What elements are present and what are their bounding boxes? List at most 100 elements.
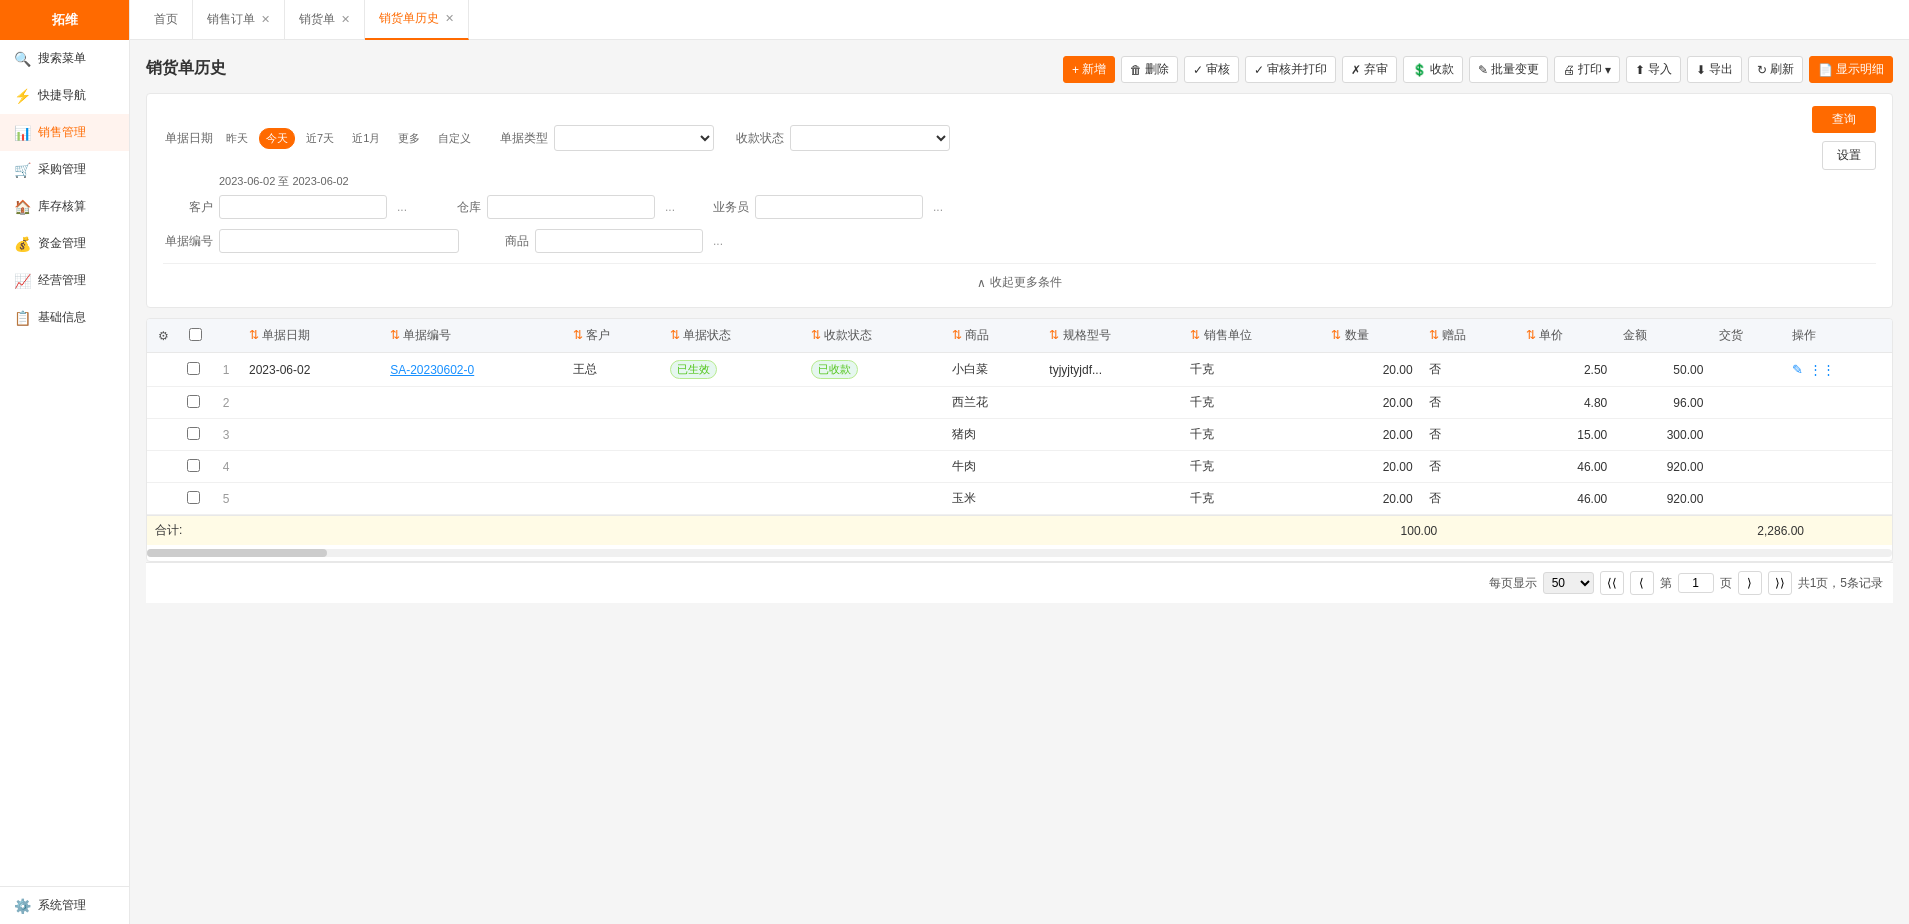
cell-delivery — [1711, 387, 1784, 419]
sidebar: 拓维 🔍 搜索菜单 ⚡ 快捷导航 📊 销售管理 🛒 采购管理 🏠 库存核算 💰 … — [0, 0, 130, 924]
cell-checkbox[interactable] — [179, 353, 211, 387]
col-goods[interactable]: ⇅ 商品 — [944, 319, 1041, 353]
sidebar-item-purchase-mgmt[interactable]: 🛒 采购管理 — [0, 151, 129, 188]
col-qty[interactable]: ⇅ 数量 — [1323, 319, 1420, 353]
cell-doc-status — [662, 419, 803, 451]
sidebar-item-search-menu[interactable]: 🔍 搜索菜单 — [0, 40, 129, 77]
scrollbar-thumb[interactable] — [147, 549, 327, 557]
col-doc-status[interactable]: ⇅ 单据状态 — [662, 319, 803, 353]
prev-page-btn[interactable]: ⟨ — [1630, 571, 1654, 595]
tab-sales-history[interactable]: 销货单历史 ✕ — [365, 0, 469, 40]
batch-change-button[interactable]: ✎ 批量变更 — [1469, 56, 1548, 83]
row-checkbox[interactable] — [187, 362, 200, 375]
select-all-checkbox[interactable] — [189, 328, 202, 341]
refresh-button[interactable]: ↻ 刷新 — [1748, 56, 1803, 83]
warehouse-picker-btn[interactable]: ... — [661, 200, 679, 214]
tab-sales-delivery[interactable]: 销货单 ✕ — [285, 0, 365, 40]
col-payment-status[interactable]: ⇅ 收款状态 — [803, 319, 944, 353]
salesperson-picker-btn[interactable]: ... — [929, 200, 947, 214]
collapse-btn[interactable]: ∧ 收起更多条件 — [163, 270, 1876, 295]
edit-icon[interactable]: ✎ — [1792, 362, 1803, 377]
more-icon[interactable]: ⋮⋮ — [1809, 362, 1835, 377]
sidebar-item-sys-mgmt[interactable]: ⚙️ 系统管理 — [0, 887, 129, 924]
sidebar-item-quick-nav[interactable]: ⚡ 快捷导航 — [0, 77, 129, 114]
next-page-btn[interactable]: ⟩ — [1738, 571, 1762, 595]
row-checkbox[interactable] — [187, 427, 200, 440]
tab-home[interactable]: 首页 — [140, 0, 193, 40]
tab-sales-order-close[interactable]: ✕ — [261, 13, 270, 26]
col-doc-no[interactable]: ⇅ 单据编号 — [382, 319, 565, 353]
row-checkbox[interactable] — [187, 395, 200, 408]
set-button[interactable]: 设置 — [1822, 141, 1876, 170]
date-btn-more[interactable]: 更多 — [391, 128, 427, 149]
query-button[interactable]: 查询 — [1812, 106, 1876, 133]
export-button[interactable]: ⬇ 导出 — [1687, 56, 1742, 83]
sidebar-item-operations[interactable]: 📈 经营管理 — [0, 262, 129, 299]
col-customer[interactable]: ⇅ 客户 — [565, 319, 662, 353]
date-btn-7days[interactable]: 近7天 — [299, 128, 341, 149]
horizontal-scrollbar[interactable] — [147, 549, 1892, 557]
col-unit-price[interactable]: ⇅ 单价 — [1518, 319, 1615, 353]
delete-button[interactable]: 🗑 删除 — [1121, 56, 1178, 83]
page-size-select[interactable]: 20 50 100 — [1543, 572, 1594, 594]
footer-total-qty: 100.00 — [1401, 524, 1438, 538]
salesperson-input[interactable] — [755, 195, 923, 219]
table-row: 12023-06-02SA-20230602-0王总已生效已收款小白菜tyjyj… — [147, 353, 1892, 387]
last-page-btn[interactable]: ⟩⟩ — [1768, 571, 1792, 595]
date-btn-yesterday[interactable]: 昨天 — [219, 128, 255, 149]
audit-print-button[interactable]: ✓ 审核并打印 — [1245, 56, 1336, 83]
goods-picker-btn[interactable]: ... — [709, 234, 727, 248]
tab-sales-order[interactable]: 销售订单 ✕ — [193, 0, 285, 40]
goods-input[interactable] — [535, 229, 703, 253]
cell-doc-date — [241, 419, 382, 451]
filter-salesperson: 业务员 ... — [699, 195, 947, 219]
search-menu-icon: 🔍 — [14, 51, 30, 67]
col-settings[interactable]: ⚙ — [147, 319, 179, 353]
date-btn-today[interactable]: 今天 — [259, 128, 295, 149]
col-checkbox[interactable] — [179, 319, 211, 353]
col-gift[interactable]: ⇅ 赠品 — [1421, 319, 1518, 353]
row-checkbox[interactable] — [187, 459, 200, 472]
cell-doc-status — [662, 483, 803, 515]
new-button[interactable]: + 新增 — [1063, 56, 1115, 83]
customer-picker-btn[interactable]: ... — [393, 200, 411, 214]
sort-icon: ⇅ — [1429, 328, 1439, 342]
tab-home-label: 首页 — [154, 11, 178, 28]
print-button[interactable]: 🖨 打印 ▾ — [1554, 56, 1620, 83]
cell-checkbox[interactable] — [179, 483, 211, 515]
audit-button[interactable]: ✓ 审核 — [1184, 56, 1239, 83]
collect-button[interactable]: 💲 收款 — [1403, 56, 1463, 83]
sidebar-item-inventory[interactable]: 🏠 库存核算 — [0, 188, 129, 225]
sidebar-item-sales-mgmt[interactable]: 📊 销售管理 — [0, 114, 129, 151]
tab-sales-delivery-close[interactable]: ✕ — [341, 13, 350, 26]
first-page-btn[interactable]: ⟨⟨ — [1600, 571, 1624, 595]
sidebar-item-label: 经营管理 — [38, 272, 86, 289]
page-number-input[interactable] — [1678, 573, 1714, 593]
tab-sales-history-close[interactable]: ✕ — [445, 12, 454, 25]
date-btn-custom[interactable]: 自定义 — [431, 128, 478, 149]
doc-no-link[interactable]: SA-20230602-0 — [390, 363, 474, 377]
cell-checkbox[interactable] — [179, 387, 211, 419]
sidebar-item-finance[interactable]: 💰 资金管理 — [0, 225, 129, 262]
show-detail-button[interactable]: 📄 显示明细 — [1809, 56, 1893, 83]
show-detail-label: 显示明细 — [1836, 61, 1884, 78]
cell-unit: 千克 — [1182, 353, 1323, 387]
cell-checkbox[interactable] — [179, 419, 211, 451]
payment-status-select[interactable] — [790, 125, 950, 151]
col-doc-date[interactable]: ⇅ 单据日期 — [241, 319, 382, 353]
col-spec[interactable]: ⇅ 规格型号 — [1041, 319, 1182, 353]
cell-customer — [565, 483, 662, 515]
discard-button[interactable]: ✗ 弃审 — [1342, 56, 1397, 83]
date-btn-1month[interactable]: 近1月 — [345, 128, 387, 149]
col-unit[interactable]: ⇅ 销售单位 — [1182, 319, 1323, 353]
cell-checkbox[interactable] — [179, 451, 211, 483]
row-checkbox[interactable] — [187, 491, 200, 504]
doc-type-select[interactable] — [554, 125, 714, 151]
sidebar-item-basic-info[interactable]: 📋 基础信息 — [0, 299, 129, 336]
import-button[interactable]: ⬆ 导入 — [1626, 56, 1681, 83]
sort-icon: ⇅ — [249, 328, 259, 342]
customer-input[interactable] — [219, 195, 387, 219]
warehouse-input[interactable] — [487, 195, 655, 219]
cell-goods: 猪肉 — [944, 419, 1041, 451]
doc-no-input[interactable] — [219, 229, 459, 253]
